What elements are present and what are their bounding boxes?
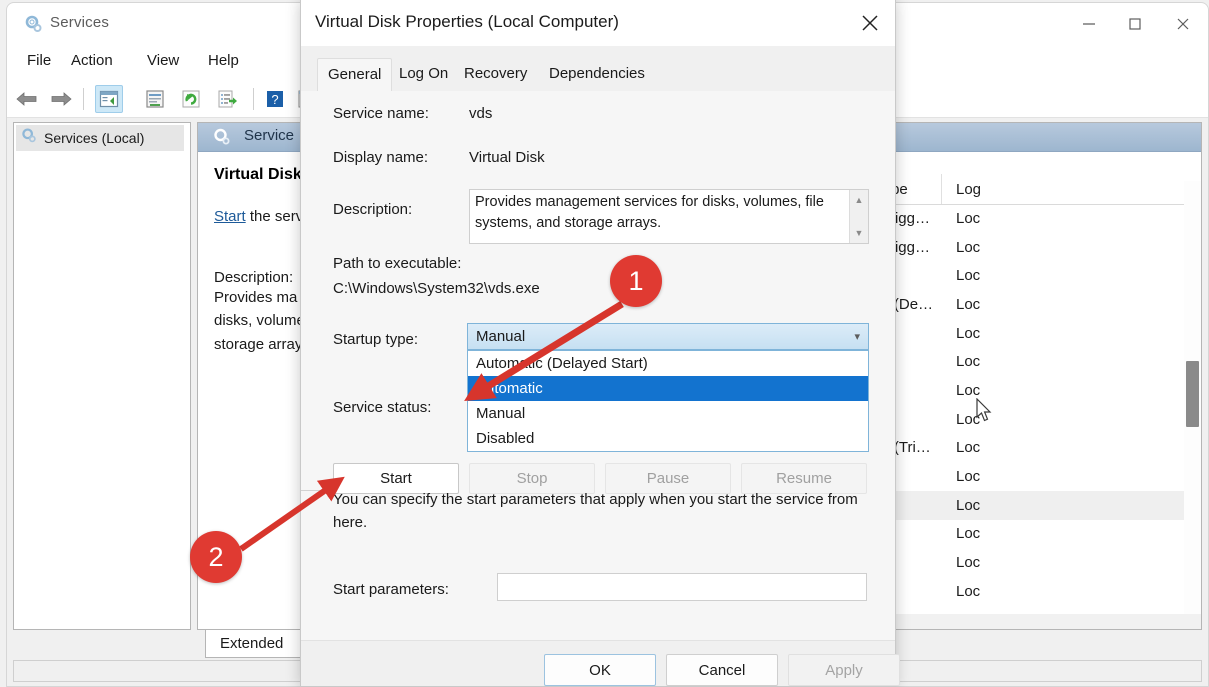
chevron-down-icon[interactable]: ▼ [850,225,868,241]
dropdown-option-automatic[interactable]: Automatic [468,376,868,401]
tab-extended[interactable]: Extended [205,630,309,658]
startup-type-dropdown[interactable]: Automatic (Delayed Start) Automatic Manual… [467,350,869,452]
console-tree-pane: Services (Local) [13,122,191,630]
dialog-titlebar: Virtual Disk Properties (Local Computer) [301,0,895,46]
services-window-title: Services [50,14,110,31]
ok-button[interactable]: OK [544,654,656,686]
cell-log-on-as: Loc [956,209,981,227]
export-list-icon[interactable] [213,85,241,113]
cell-log-on-as: Loc [956,353,981,371]
show-hide-console-tree-icon[interactable] [95,85,123,113]
service-name-value: vds [469,105,493,122]
service-name-label: Service name: [333,105,429,122]
refresh-icon[interactable] [177,85,205,113]
description-scrollbar[interactable]: ▲ ▼ [849,190,868,243]
start-parameters-input[interactable] [497,573,867,601]
svg-text:?: ? [271,92,278,107]
chevron-up-icon[interactable]: ▲ [850,192,868,208]
description-text: Provides management services for disks, … [475,194,824,231]
dialog-tabstrip: General Log On Recovery Dependencies [301,46,895,93]
services-gear-icon [20,127,37,149]
tab-log-on[interactable]: Log On [389,58,458,91]
service-status-label: Service status: [333,399,432,416]
column-header-log-on-as[interactable]: Log [942,174,1002,204]
tree-item-label: Services (Local) [44,130,145,146]
cell-log-on-as: Loc [956,582,981,600]
cell-log-on-as: Loc [956,238,981,256]
display-name-label: Display name: [333,149,429,166]
minimize-button[interactable] [1066,3,1112,44]
dialog-footer: OK Cancel Apply [301,640,900,686]
menu-action[interactable]: Action [65,50,119,71]
annotation-badge-1: 1 [610,255,662,307]
cell-log-on-as: Loc [956,295,981,313]
dialog-close-button[interactable] [845,0,895,46]
help-icon[interactable]: ? [261,85,289,113]
properties-icon[interactable] [141,85,169,113]
back-arrow-icon[interactable] [13,85,41,113]
start-parameters-label: Start parameters: [333,581,449,598]
close-button[interactable] [1158,3,1208,44]
start-parameters-hint: You can specify the start parameters tha… [333,491,858,531]
apply-button[interactable]: Apply [788,654,900,686]
description-textbox[interactable]: Provides management services for disks, … [469,189,869,244]
cell-log-on-as: Loc [956,554,981,572]
list-pane-title: Service [244,127,295,144]
toolbar-separator-1 [83,88,84,110]
services-gear-icon [23,14,43,34]
window-controls [1066,3,1208,44]
table-vertical-scroll-track[interactable] [1184,181,1201,629]
mouse-cursor [976,397,994,429]
dialog-general-page: Service name: vds Display name: Virtual … [301,91,895,642]
startup-type-selected-value: Manual [476,328,526,345]
cell-log-on-as: Loc [956,496,981,514]
detail-action-suffix: the serv [245,208,304,225]
start-service-link[interactable]: Start [214,208,246,225]
dropdown-option-disabled[interactable]: Disabled [468,426,868,451]
maximize-button[interactable] [1112,3,1158,44]
cell-log-on-as: Loc [956,381,981,399]
path-to-executable-value: C:\Windows\System32\vds.exe [333,280,540,297]
menu-view[interactable]: View [141,50,185,71]
virtual-disk-properties-dialog: Virtual Disk Properties (Local Computer)… [300,0,900,687]
cell-log-on-as: Loc [956,439,981,457]
dialog-title: Virtual Disk Properties (Local Computer) [315,12,619,31]
display-name-value: Virtual Disk [469,149,545,166]
dropdown-option-manual[interactable]: Manual [468,401,868,426]
cell-log-on-as: Loc [956,324,981,342]
menu-help[interactable]: Help [202,50,245,71]
description-label: Description: [333,201,413,218]
tree-item-services-local[interactable]: Services (Local) [16,125,184,151]
table-vertical-scrollbar[interactable] [1186,361,1199,427]
toolbar-separator-2 [253,88,254,110]
menu-file[interactable]: File [21,50,57,71]
startup-type-label: Startup type: [333,331,419,348]
cancel-button[interactable]: Cancel [666,654,778,686]
path-to-executable-label: Path to executable: [333,255,462,272]
cell-log-on-as: Loc [956,267,981,285]
tab-general[interactable]: General [317,58,393,93]
services-gear-icon [212,127,232,147]
chevron-down-icon: ▾ [854,331,860,343]
startup-type-combobox[interactable]: Manual ▾ [467,323,869,350]
dropdown-option-automatic-delayed-start[interactable]: Automatic (Delayed Start) [468,351,868,376]
annotation-badge-2: 2 [190,531,242,583]
tab-dependencies[interactable]: Dependencies [539,58,655,91]
tab-recovery[interactable]: Recovery [454,58,537,91]
cell-log-on-as: Loc [956,468,981,486]
screen-root: Services File Action View Help ? Service… [0,0,1209,687]
cell-log-on-as: Loc [956,525,981,543]
forward-arrow-icon[interactable] [47,85,75,113]
